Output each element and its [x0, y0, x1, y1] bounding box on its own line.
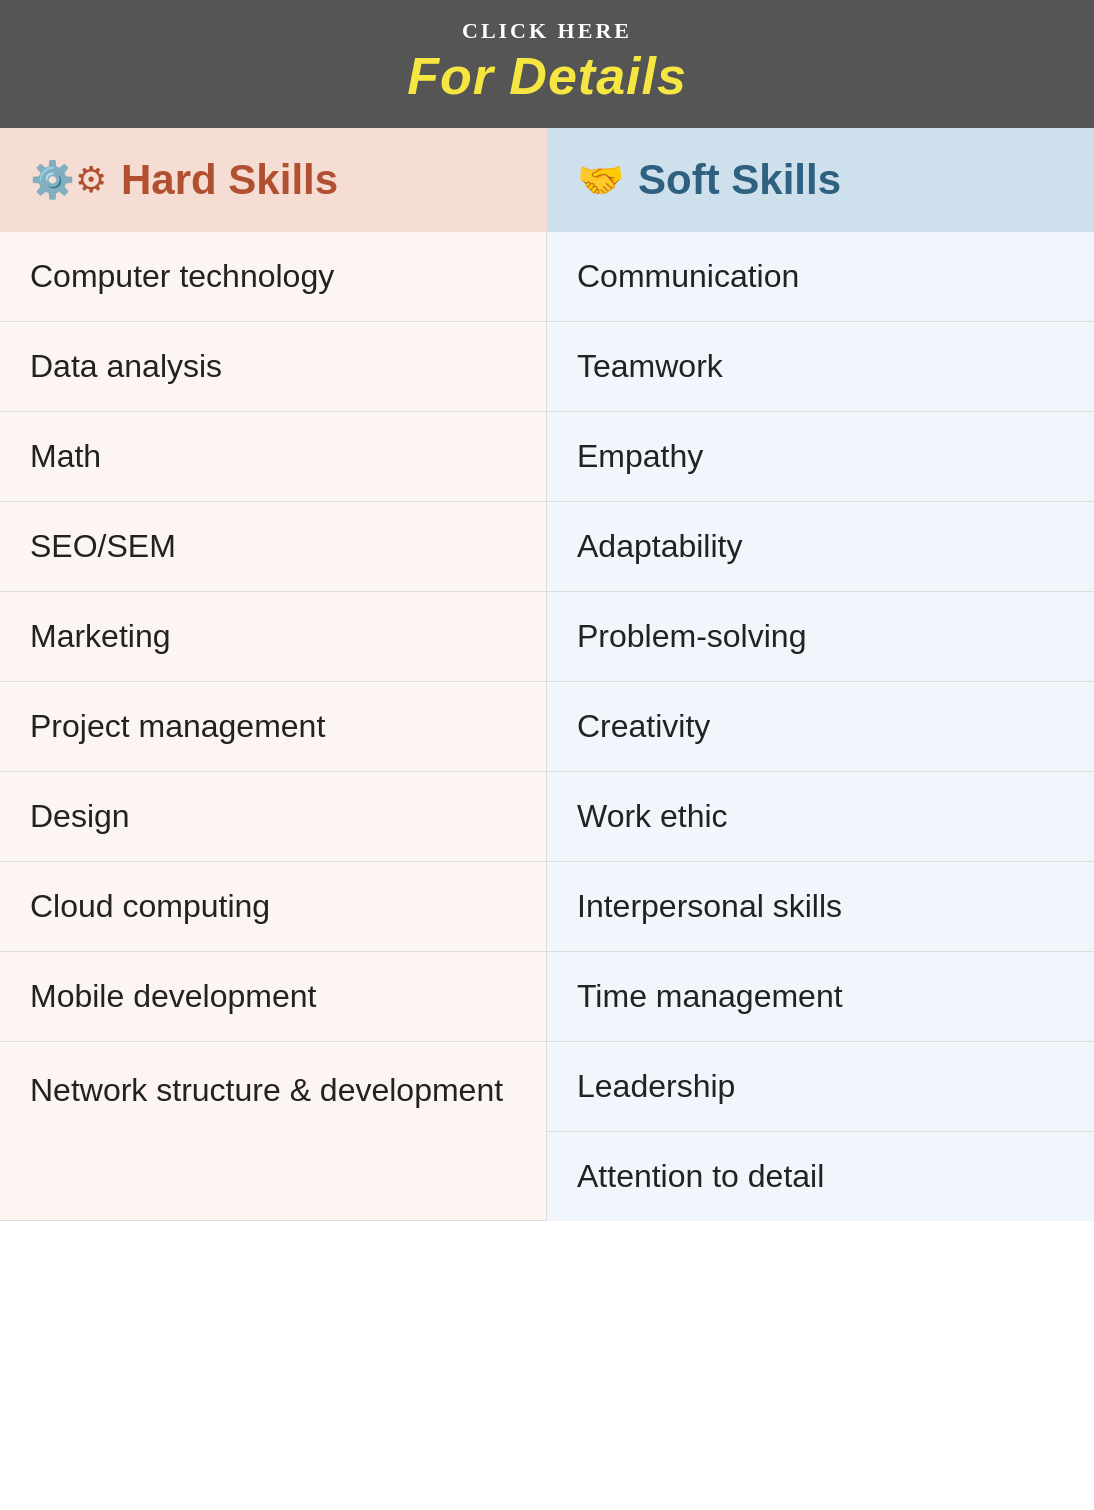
hard-skills-header: ⚙️⚙ Hard Skills: [0, 128, 547, 232]
soft-skill-item: Empathy: [547, 412, 1094, 502]
soft-skills-title: Soft Skills: [638, 156, 841, 204]
soft-skill-item: Communication: [547, 232, 1094, 322]
skills-body: Computer technology Communication Data a…: [0, 232, 1094, 1221]
hard-skill-item: Cloud computing: [0, 862, 547, 952]
hard-skill-item: Mobile development: [0, 952, 547, 1042]
skills-header: ⚙️⚙ Hard Skills 🤝 Soft Skills: [0, 128, 1094, 232]
soft-skills-header: 🤝 Soft Skills: [547, 128, 1094, 232]
hard-skill-item: SEO/SEM: [0, 502, 547, 592]
hard-skill-item: Network structure & development: [0, 1042, 547, 1221]
gear-icon: ⚙️⚙: [30, 159, 107, 201]
soft-skill-item: Work ethic: [547, 772, 1094, 862]
soft-skill-double-item: Leadership Attention to detail: [547, 1042, 1094, 1221]
hard-skill-item: Data analysis: [0, 322, 547, 412]
hard-skill-item: Project management: [0, 682, 547, 772]
hard-skills-title: Hard Skills: [121, 156, 338, 204]
soft-skill-item: Leadership: [547, 1042, 1094, 1132]
hard-skill-item: Marketing: [0, 592, 547, 682]
soft-skill-item: Problem-solving: [547, 592, 1094, 682]
header-banner: CLICK HERE For Details: [0, 0, 1094, 128]
click-here-label: CLICK HERE: [20, 18, 1074, 44]
soft-skill-item: Creativity: [547, 682, 1094, 772]
soft-skill-item: Adaptability: [547, 502, 1094, 592]
soft-skill-item: Teamwork: [547, 322, 1094, 412]
soft-skill-item: Attention to detail: [547, 1132, 1094, 1221]
hard-skill-item: Design: [0, 772, 547, 862]
hard-skill-item: Computer technology: [0, 232, 547, 322]
soft-skill-item: Interpersonal skills: [547, 862, 1094, 952]
hard-skill-item: Math: [0, 412, 547, 502]
handshake-icon: 🤝: [577, 158, 624, 202]
for-details-label[interactable]: For Details: [20, 46, 1074, 106]
soft-skill-item: Time management: [547, 952, 1094, 1042]
